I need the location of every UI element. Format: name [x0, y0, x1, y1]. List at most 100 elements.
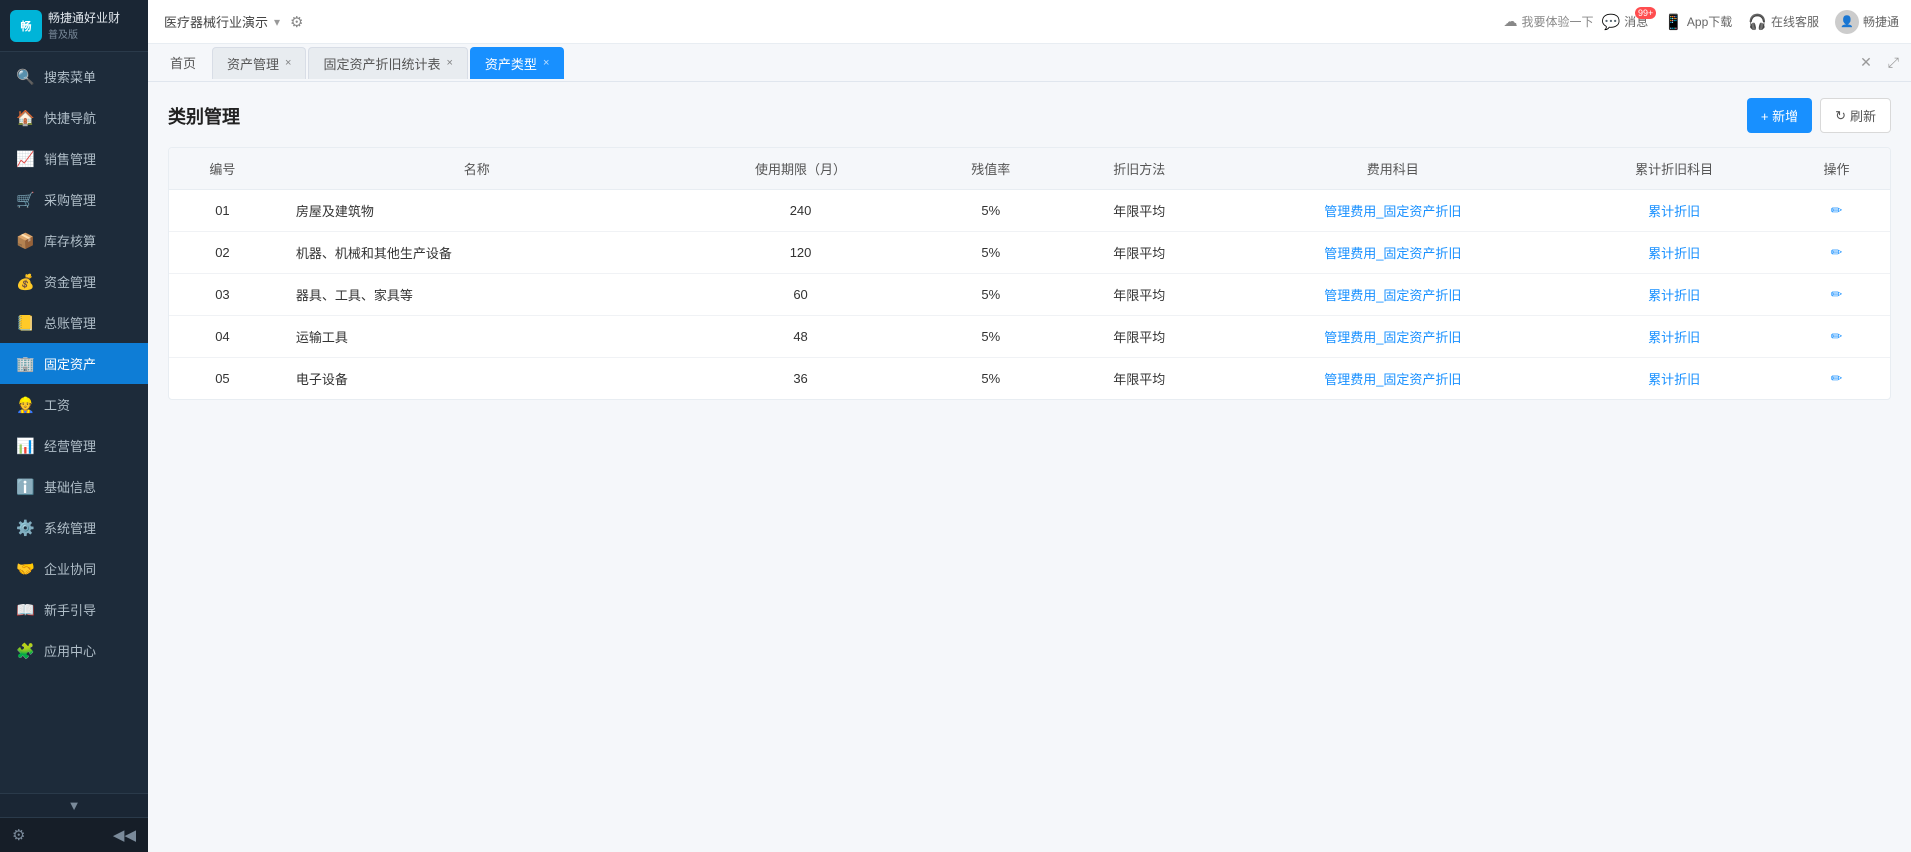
message-badge: 99+	[1635, 7, 1656, 19]
sidebar-icon-13: 📖	[16, 601, 34, 619]
sidebar-label-0: 搜索菜单	[44, 67, 96, 86]
sidebar-item-12[interactable]: 🤝企业协同	[0, 548, 148, 589]
cell-months-4: 36	[678, 358, 924, 400]
tab-2[interactable]: 固定资产折旧统计表×	[308, 47, 467, 79]
sidebar-item-11[interactable]: ⚙️ 系统管理	[0, 507, 148, 548]
cell-months-2: 60	[678, 274, 924, 316]
sidebar-item-1[interactable]: 🏠快捷导航	[0, 97, 148, 138]
tab-1[interactable]: 资产管理×	[212, 47, 306, 79]
sidebar-label-4: 库存核算	[44, 231, 96, 250]
col-header-2: 使用期限（月）	[678, 148, 924, 190]
sidebar-scroll-down[interactable]: ▼	[0, 793, 148, 817]
col-header-7: 操作	[1783, 148, 1890, 190]
sidebar-icon-8: 👷	[16, 396, 34, 414]
cell-id-4: 05	[169, 358, 276, 400]
sidebar-logo: 畅 畅捷通好业财 普及版	[0, 0, 148, 52]
edit-icon-3[interactable]: ✏	[1831, 328, 1843, 344]
topbar-right: 💬 消息 99+ 📱 App下载 🎧 在线客服 👤 畅捷通	[1602, 10, 1899, 34]
cell-months-3: 48	[678, 316, 924, 358]
table-header-row: 编号名称使用期限（月）残值率折旧方法费用科目累计折旧科目操作	[169, 148, 1890, 190]
tab-3[interactable]: 资产类型×	[470, 47, 564, 79]
cell-residual-4: 5%	[923, 358, 1058, 400]
message-btn[interactable]: 💬 消息 99+	[1602, 13, 1649, 31]
sidebar-item-6[interactable]: 📒总账管理	[0, 302, 148, 343]
cell-id-3: 04	[169, 316, 276, 358]
new-button[interactable]: + 新增	[1747, 98, 1812, 133]
sidebar-item-5[interactable]: 💰资金管理	[0, 261, 148, 302]
cell-id-2: 03	[169, 274, 276, 316]
user-profile-btn[interactable]: 👤 畅捷通	[1835, 10, 1899, 34]
sidebar-item-3[interactable]: 🛒采购管理	[0, 179, 148, 220]
sidebar-label-10: 基础信息	[44, 477, 96, 496]
collapse-icon[interactable]: ◀◀	[113, 826, 136, 844]
app-download-btn[interactable]: 📱 App下载	[1664, 13, 1732, 31]
table-row: 02 机器、机械和其他生产设备 120 5% 年限平均 管理费用_固定资产折旧 …	[169, 232, 1890, 274]
context-dropdown-arrow[interactable]: ▾	[274, 15, 280, 29]
cell-residual-0: 5%	[923, 190, 1058, 232]
sidebar: 畅 畅捷通好业财 普及版 🔍搜索菜单🏠快捷导航 📈 销售管理 🛒采购管理📦库存核算💰资…	[0, 0, 148, 852]
try-experience-btn[interactable]: ☁ 我要体验一下	[1504, 13, 1594, 30]
sidebar-label-7: 固定资产	[44, 354, 96, 373]
sidebar-icon-5: 💰	[16, 273, 34, 291]
topbar-context: 医疗器械行业演示 ▾ ⚙	[164, 12, 1480, 31]
page-actions: + 新增 ↻ 刷新	[1747, 98, 1891, 133]
cell-method-3: 年限平均	[1058, 316, 1220, 358]
sidebar-icon-6: 📒	[16, 314, 34, 332]
edit-icon-0[interactable]: ✏	[1831, 202, 1843, 218]
sidebar-item-7[interactable]: 🏢固定资产	[0, 343, 148, 384]
settings-icon[interactable]: ⚙	[12, 826, 25, 844]
tab-close-3[interactable]: ×	[543, 58, 549, 69]
cell-accum-3: 累计折旧	[1565, 316, 1783, 358]
context-settings-icon[interactable]: ⚙	[290, 13, 303, 31]
app-logo-text: 畅捷通好业财 普及版	[48, 10, 120, 42]
col-header-5: 费用科目	[1221, 148, 1566, 190]
sidebar-label-8: 工资	[44, 395, 70, 414]
tab-close-2[interactable]: ×	[446, 58, 452, 69]
tab-close-1[interactable]: ×	[285, 58, 291, 69]
cell-name-4: 电子设备	[276, 358, 678, 400]
cloud-icon: ☁	[1504, 13, 1518, 30]
sidebar-item-9[interactable]: 📊经营管理	[0, 425, 148, 466]
cell-action-0[interactable]: ✏	[1783, 190, 1890, 232]
col-header-0: 编号	[169, 148, 276, 190]
sidebar-item-13[interactable]: 📖新手引导	[0, 589, 148, 630]
edit-icon-2[interactable]: ✏	[1831, 286, 1843, 302]
sidebar-item-0[interactable]: 🔍搜索菜单	[0, 56, 148, 97]
service-icon: 🎧	[1748, 13, 1767, 31]
tabbar-controls: ✕ ⤢	[1856, 52, 1903, 73]
refresh-button[interactable]: ↻ 刷新	[1820, 98, 1891, 133]
sidebar-label-2: 销售管理	[44, 149, 96, 168]
sidebar-icon-2: 📈	[16, 150, 34, 168]
sidebar-label-11: 系统管理	[44, 518, 96, 537]
cell-name-3: 运输工具	[276, 316, 678, 358]
expand-icon[interactable]: ⤢	[1884, 52, 1903, 73]
cell-residual-2: 5%	[923, 274, 1058, 316]
sidebar-item-4[interactable]: 📦库存核算	[0, 220, 148, 261]
edit-icon-1[interactable]: ✏	[1831, 244, 1843, 260]
cell-accum-0: 累计折旧	[1565, 190, 1783, 232]
sidebar-label-9: 经营管理	[44, 436, 96, 455]
cell-action-4[interactable]: ✏	[1783, 358, 1890, 400]
cell-action-2[interactable]: ✏	[1783, 274, 1890, 316]
sidebar-nav: 🔍搜索菜单🏠快捷导航 📈 销售管理 🛒采购管理📦库存核算💰资金管理📒总账管理🏢固定资产…	[0, 52, 148, 793]
cell-method-0: 年限平均	[1058, 190, 1220, 232]
sidebar-item-14[interactable]: 🧩应用中心	[0, 630, 148, 671]
cell-expense-2: 管理费用_固定资产折旧	[1221, 274, 1566, 316]
sidebar-item-2[interactable]: 📈 销售管理	[0, 138, 148, 179]
close-tab-icon[interactable]: ✕	[1856, 52, 1876, 73]
cell-name-2: 器具、工具、家具等	[276, 274, 678, 316]
customer-service-btn[interactable]: 🎧 在线客服	[1748, 13, 1819, 31]
cell-expense-3: 管理费用_固定资产折旧	[1221, 316, 1566, 358]
sidebar-item-8[interactable]: 👷 工资	[0, 384, 148, 425]
sidebar-icon-11: ⚙️	[16, 519, 34, 537]
sidebar-label-12: 企业协同	[44, 559, 96, 578]
cell-action-1[interactable]: ✏	[1783, 232, 1890, 274]
sidebar-icon-1: 🏠	[16, 109, 34, 127]
table-row: 03 器具、工具、家具等 60 5% 年限平均 管理费用_固定资产折旧 累计折旧…	[169, 274, 1890, 316]
topbar: 医疗器械行业演示 ▾ ⚙ ☁ 我要体验一下 💬 消息 99+ 📱 App下载 🎧…	[148, 0, 1911, 44]
cell-action-3[interactable]: ✏	[1783, 316, 1890, 358]
tab-0[interactable]: 首页	[156, 47, 210, 79]
edit-icon-4[interactable]: ✏	[1831, 370, 1843, 386]
sidebar-item-10[interactable]: ℹ️基础信息	[0, 466, 148, 507]
col-header-1: 名称	[276, 148, 678, 190]
